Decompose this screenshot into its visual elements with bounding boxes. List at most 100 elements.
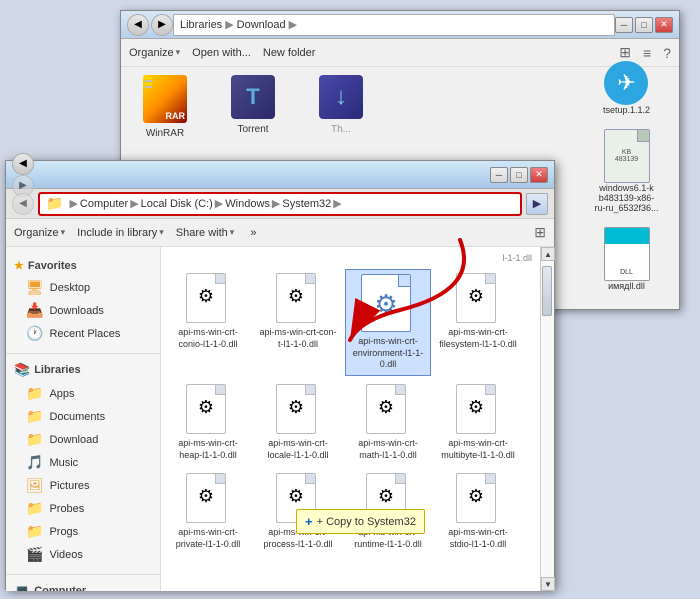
list-item[interactable]: ⚙ api-ms-win-crt-environment-l1-1-0.dll: [345, 269, 431, 376]
file-grid-container: l-1-1.dll ⚙ api-ms-win-crt-conio-l1-1-0.…: [161, 247, 554, 591]
sidebar-item-download[interactable]: 📁 Download: [6, 428, 160, 451]
libraries-label: Libraries: [34, 364, 80, 376]
go-button[interactable]: ▶: [526, 193, 548, 215]
minimize-button[interactable]: ─: [490, 167, 508, 183]
list-item[interactable]: DLL имядll.dll: [604, 227, 650, 291]
back-window-titlebar: ◀ ▶ Libraries ▶ Download ▶ ─ □ ✕: [121, 11, 679, 39]
open-with-button[interactable]: Open with...: [192, 47, 251, 59]
row-indicator: l-1-1.dll: [165, 251, 536, 265]
sidebar-item-desktop[interactable]: 🖥 Desktop: [6, 276, 160, 299]
sidebar-label: Music: [49, 457, 78, 469]
gear-file-icon: ⚙: [456, 473, 500, 525]
scroll-thumb[interactable]: [542, 266, 552, 316]
sidebar-item-pictures[interactable]: 🖼 Pictures: [6, 474, 160, 497]
folder-icon: 📥: [26, 302, 43, 319]
organize-button[interactable]: Organize: [129, 47, 180, 59]
file-grid: l-1-1.dll ⚙ api-ms-win-crt-conio-l1-1-0.…: [161, 247, 540, 591]
back-addr-button[interactable]: ◀: [12, 193, 34, 215]
close-button[interactable]: ✕: [530, 167, 548, 183]
file-label: WinRAR: [146, 127, 184, 140]
list-item[interactable]: ↓ Th...: [305, 75, 377, 140]
organize-btn[interactable]: Organize: [14, 227, 65, 239]
document-icon: KB483139: [604, 129, 650, 183]
sidebar-item-documents[interactable]: 📁 Documents: [6, 405, 160, 428]
list-item[interactable]: T Torrent: [217, 75, 289, 140]
list-item[interactable]: ⚙ api-ms-win-crt-multibyte-l1-1-0.dll: [435, 380, 521, 465]
details-icon[interactable]: ≡: [643, 45, 651, 61]
sidebar-item-videos[interactable]: 🎬 Videos: [6, 543, 160, 566]
maximize-button[interactable]: □: [635, 17, 653, 33]
folder-icon: 🖥: [26, 279, 44, 296]
new-folder-button[interactable]: New folder: [263, 47, 316, 59]
address-highlight-bar[interactable]: 📁 ▶ Computer ▶ Local Disk (C:) ▶ Windows…: [38, 192, 522, 216]
list-item[interactable]: KB483139 windows6.1-k​b483139-x86-ru-ru_…: [594, 129, 659, 213]
sidebar-item-music[interactable]: 🎵 Music: [6, 451, 160, 474]
list-item[interactable]: ⚙ api-ms-win-crt-con-t-l1-1-0.dll: [255, 269, 341, 376]
file-label: api-ms-win-crt-multibyte-l1-1-0.dll: [439, 438, 517, 461]
list-item[interactable]: ⚙ api-ms-win-crt-math-l1-1-0.dll: [345, 380, 431, 465]
list-item[interactable]: ✈ tsetup.1.1.2: [603, 61, 650, 115]
breadcrumb-localdisk: Local Disk (C:): [141, 198, 213, 210]
list-item[interactable]: ⚙ api-ms-win-crt-locale-l1-1-0.dll: [255, 380, 341, 465]
gear-file-icon: ⚙: [186, 273, 230, 325]
list-item[interactable]: ⚙ api-ms-win-crt-private-l1-1-0.dll: [165, 469, 251, 554]
maximize-button[interactable]: □: [510, 167, 528, 183]
sidebar-item-probes[interactable]: 📁 Probes: [6, 497, 160, 520]
file-label: имядll.dll: [608, 281, 645, 291]
close-button[interactable]: ✕: [655, 17, 673, 33]
computer-icon: 💻: [14, 583, 30, 591]
folder-icon: 📁: [26, 431, 43, 448]
folder-icon: 🕐: [26, 325, 43, 342]
file-label: api-ms-win-crt-conio-l1-1-0.dll: [169, 327, 247, 350]
folder-icon: 🖼: [26, 477, 44, 494]
back-button[interactable]: ◀: [12, 153, 34, 175]
include-in-library-btn[interactable]: Include in library: [77, 227, 164, 239]
sidebar-label: Documents: [49, 411, 105, 423]
gear-file-icon: ⚙: [276, 384, 320, 436]
file-label: api-ms-win-crt-private-l1-1-0.dll: [169, 527, 247, 550]
libraries-section: 📚 Libraries 📁 Apps 📁 Documents 📁 Downloa…: [6, 358, 160, 566]
front-main-area: ★ Favorites 🖥 Desktop 📥 Downloads 🕐 Rece…: [6, 247, 554, 591]
vertical-scrollbar[interactable]: ▲ ▼: [540, 247, 554, 591]
star-icon: ★: [14, 259, 24, 272]
sidebar-item-progs[interactable]: 📁 Progs: [6, 520, 160, 543]
folder-icon: 📁: [26, 500, 43, 517]
file-label: Th...: [331, 123, 351, 136]
dll-icon: DLL: [604, 227, 650, 281]
back-address-bar[interactable]: Libraries ▶ Download ▶: [173, 14, 615, 36]
list-item[interactable]: ⚙ api-ms-win-crt-heap-l1-1-0.dll: [165, 380, 251, 465]
sidebar-item-recent-places[interactable]: 🕐 Recent Places: [6, 322, 160, 345]
scroll-down-button[interactable]: ▼: [541, 577, 555, 591]
file-label: tsetup.1.1.2: [603, 105, 650, 115]
file-label: Torrent: [237, 123, 268, 136]
minimize-button[interactable]: ─: [615, 17, 633, 33]
front-toolbar: Organize Include in library Share with »…: [6, 219, 554, 247]
sidebar-label: Recent Places: [49, 328, 120, 340]
scroll-up-button[interactable]: ▲: [541, 247, 555, 261]
sidebar-label: Probes: [49, 503, 84, 515]
forward-button[interactable]: ▶: [151, 14, 173, 36]
breadcrumb-download: Download: [237, 19, 286, 31]
list-item[interactable]: ⚙ api-ms-win-crt-filesystem-l1-1-0.dll: [435, 269, 521, 376]
front-nav-buttons: ◀ ▶: [12, 153, 34, 197]
sidebar-item-apps[interactable]: 📁 Apps: [6, 382, 160, 405]
front-window: ◀ ▶ ─ □ ✕ ◀ 📁 ▶ Computer ▶ Local Disk (C…: [5, 160, 555, 590]
gear-file-icon: ⚙: [456, 384, 500, 436]
folder-icon: 📁: [26, 523, 43, 540]
folder-icon: 📁: [46, 195, 63, 212]
list-item[interactable]: ⚙ api-ms-win-crt-stdio-l1-1-0.dll: [435, 469, 521, 554]
view-toggle-icon[interactable]: ⊞: [534, 224, 546, 241]
sidebar-label: Download: [49, 434, 98, 446]
list-item[interactable]: RAR WinRAR: [129, 75, 201, 140]
list-item[interactable]: ⚙ api-ms-win-crt-conio-l1-1-0.dll: [165, 269, 251, 376]
sidebar-item-downloads[interactable]: 📥 Downloads: [6, 299, 160, 322]
back-button[interactable]: ◀: [127, 14, 149, 36]
sidebar-label: Desktop: [50, 282, 90, 294]
file-label: api-ms-win-crt-stdio-l1-1-0.dll: [439, 527, 517, 550]
favorites-header: ★ Favorites: [6, 255, 160, 276]
scroll-track[interactable]: [541, 261, 554, 577]
help-icon[interactable]: ?: [663, 45, 671, 61]
view-icon[interactable]: ⊞: [619, 44, 631, 61]
more-btn[interactable]: »: [250, 227, 256, 239]
share-with-btn[interactable]: Share with: [176, 227, 235, 239]
